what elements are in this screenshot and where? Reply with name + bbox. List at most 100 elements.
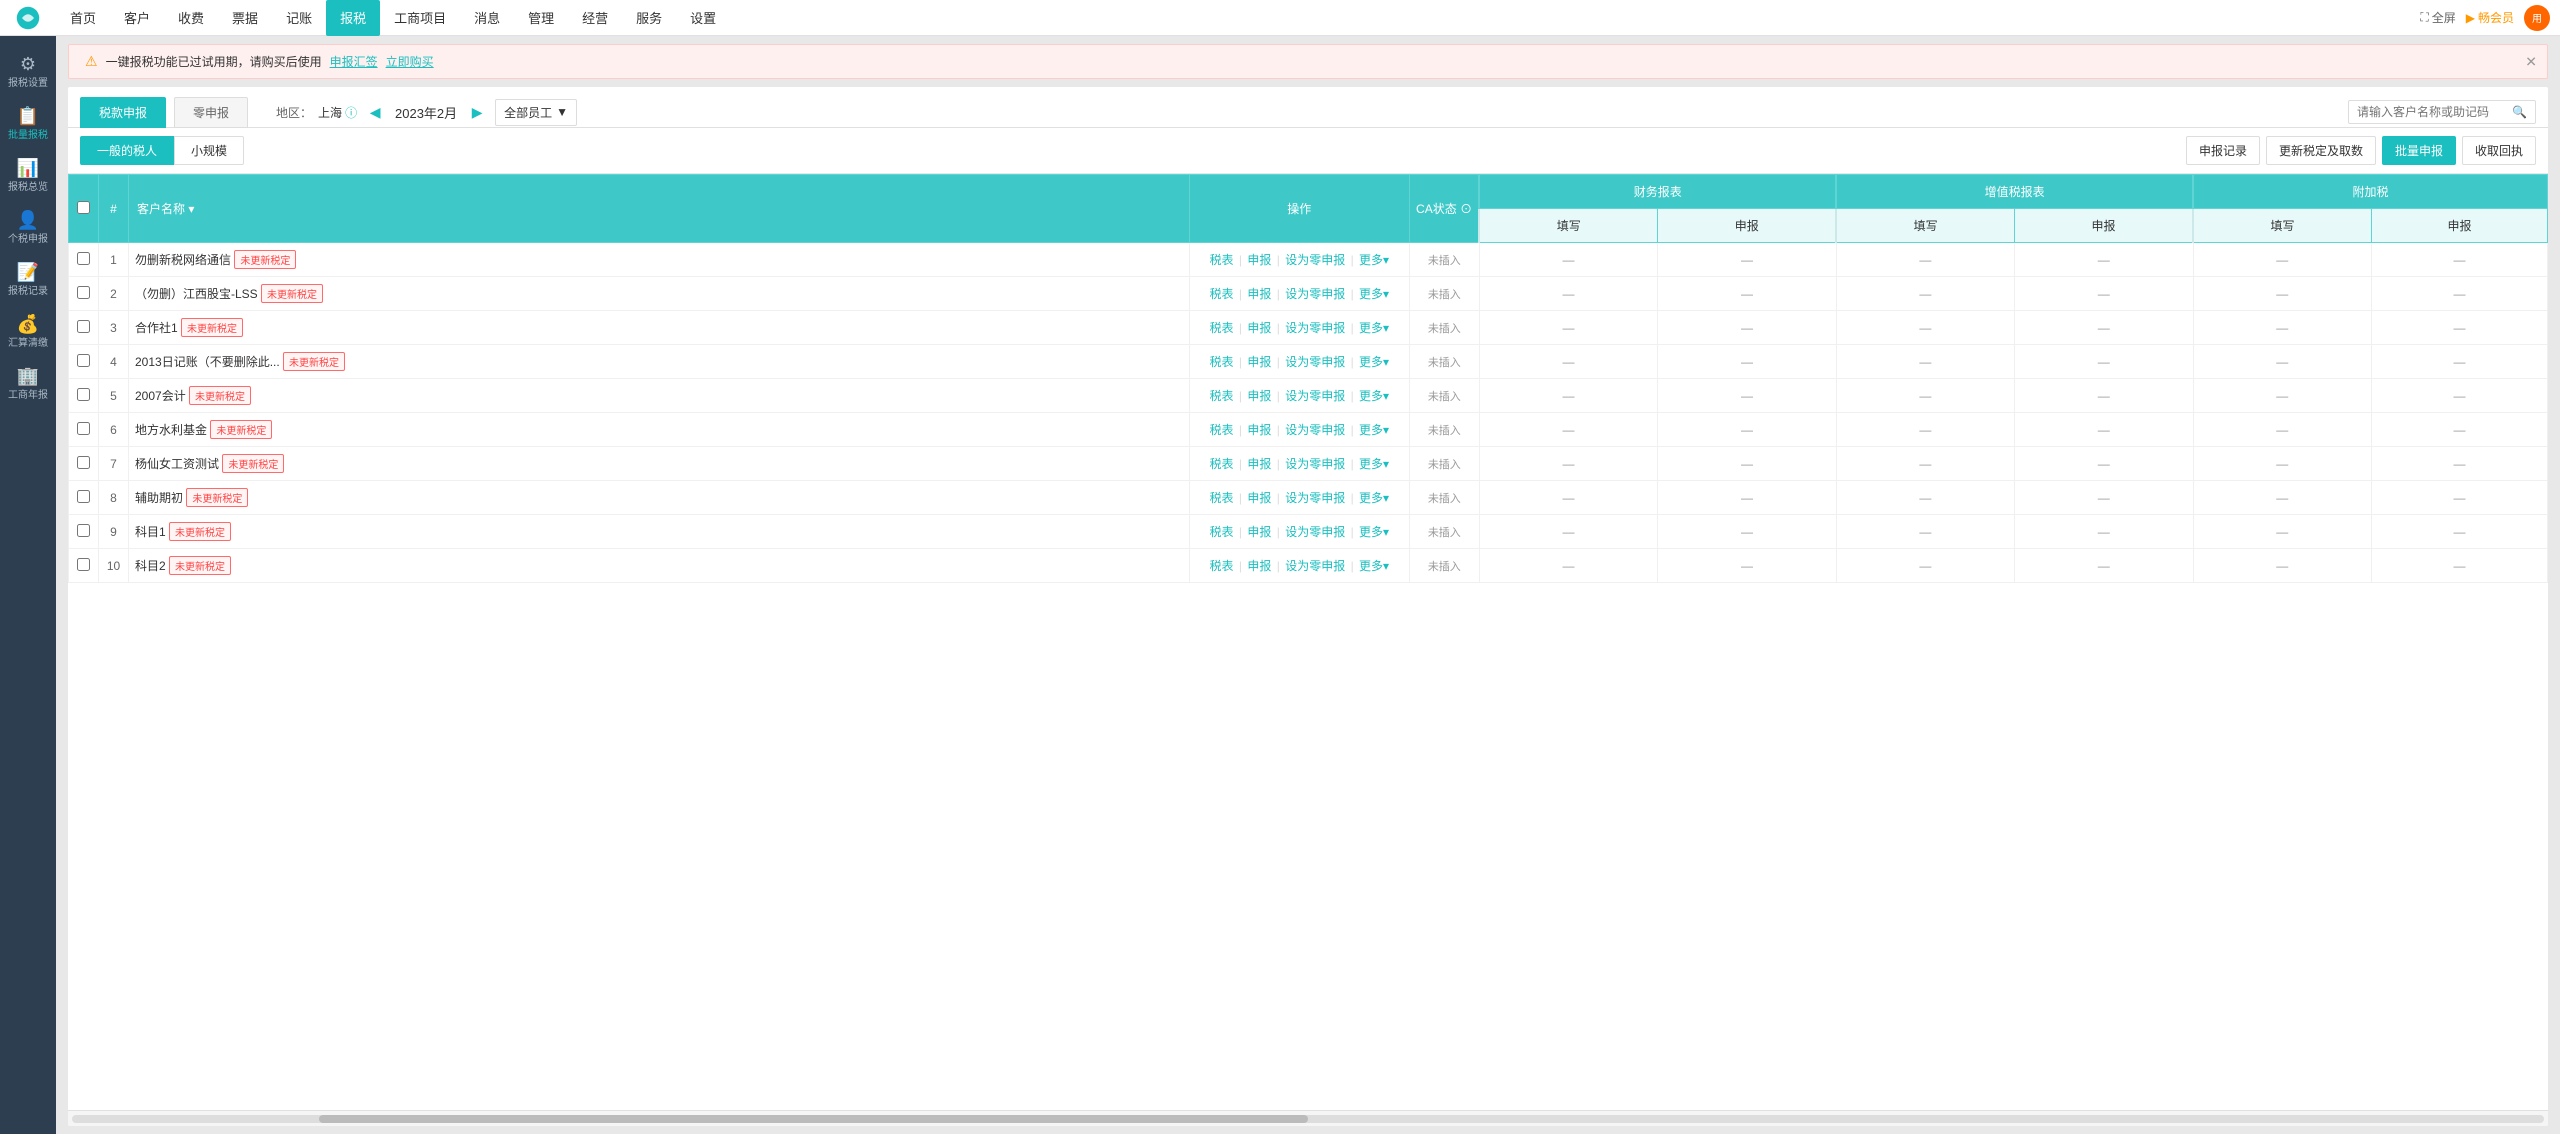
batch-report-button[interactable]: 批量申报 — [2382, 136, 2456, 165]
op-declare-10[interactable]: 申报 — [1247, 559, 1271, 573]
date-next-button[interactable]: ▶ — [467, 102, 487, 122]
tab-general-taxpayer[interactable]: 一般的税人 — [80, 136, 174, 165]
sidebar-item-batch-tax[interactable]: 📋 批量报税 — [0, 98, 56, 150]
row-checkbox-8[interactable] — [69, 481, 99, 515]
checkbox-6[interactable] — [77, 422, 90, 435]
checkbox-10[interactable] — [77, 558, 90, 571]
checkbox-2[interactable] — [77, 286, 90, 299]
op-zero-declare-2[interactable]: 设为零申报 — [1285, 287, 1345, 301]
select-all-checkbox[interactable] — [77, 201, 90, 214]
nav-invoice[interactable]: 票据 — [218, 0, 272, 36]
fullscreen-button[interactable]: ⛶ 全屏 — [2420, 9, 2455, 26]
op-tax-form-3[interactable]: 税表 — [1210, 321, 1234, 335]
op-zero-declare-9[interactable]: 设为零申报 — [1285, 525, 1345, 539]
op-zero-declare-4[interactable]: 设为零申报 — [1285, 355, 1345, 369]
op-tax-form-5[interactable]: 税表 — [1210, 389, 1234, 403]
op-more-1[interactable]: 更多▾ — [1359, 253, 1389, 267]
member-button[interactable]: ▶ 畅会员 — [2466, 9, 2514, 26]
op-declare-2[interactable]: 申报 — [1247, 287, 1271, 301]
op-tax-form-6[interactable]: 税表 — [1210, 423, 1234, 437]
row-checkbox-6[interactable] — [69, 413, 99, 447]
sidebar-item-tax-overview[interactable]: 📊 报税总览 — [0, 150, 56, 202]
op-declare-9[interactable]: 申报 — [1247, 525, 1271, 539]
op-declare-4[interactable]: 申报 — [1247, 355, 1271, 369]
nav-manage[interactable]: 管理 — [514, 0, 568, 36]
checkbox-1[interactable] — [77, 252, 90, 265]
row-checkbox-2[interactable] — [69, 277, 99, 311]
op-zero-declare-5[interactable]: 设为零申报 — [1285, 389, 1345, 403]
op-zero-declare-8[interactable]: 设为零申报 — [1285, 491, 1345, 505]
op-zero-declare-3[interactable]: 设为零申报 — [1285, 321, 1345, 335]
op-more-2[interactable]: 更多▾ — [1359, 287, 1389, 301]
op-more-7[interactable]: 更多▾ — [1359, 457, 1389, 471]
row-checkbox-5[interactable] — [69, 379, 99, 413]
row-checkbox-7[interactable] — [69, 447, 99, 481]
op-tax-form-10[interactable]: 税表 — [1210, 559, 1234, 573]
op-tax-form-2[interactable]: 税表 — [1210, 287, 1234, 301]
sidebar-item-personal-tax[interactable]: 👤 个税申报 — [0, 202, 56, 254]
update-tax-button[interactable]: 更新税定及取数 — [2266, 136, 2376, 165]
op-declare-6[interactable]: 申报 — [1247, 423, 1271, 437]
checkbox-7[interactable] — [77, 456, 90, 469]
row-checkbox-4[interactable] — [69, 345, 99, 379]
op-tax-form-9[interactable]: 税表 — [1210, 525, 1234, 539]
checkbox-9[interactable] — [77, 524, 90, 537]
checkbox-8[interactable] — [77, 490, 90, 503]
op-declare-3[interactable]: 申报 — [1247, 321, 1271, 335]
declaration-link[interactable]: 申报汇签 — [330, 53, 378, 70]
op-more-3[interactable]: 更多▾ — [1359, 321, 1389, 335]
collect-receipt-button[interactable]: 收取回执 — [2462, 136, 2536, 165]
nav-tax[interactable]: 报税 — [326, 0, 380, 36]
sidebar-item-annual-report[interactable]: 🏢 工商年报 — [0, 358, 56, 410]
sidebar-item-annual-settlement[interactable]: 💰 汇算清缴 — [0, 306, 56, 358]
region-info-icon[interactable]: ⓘ — [345, 104, 357, 121]
search-input[interactable] — [2357, 105, 2512, 119]
nav-business[interactable]: 工商项目 — [380, 0, 460, 36]
checkbox-5[interactable] — [77, 388, 90, 401]
checkbox-4[interactable] — [77, 354, 90, 367]
nav-service[interactable]: 服务 — [622, 0, 676, 36]
staff-select[interactable]: 全部员工 ▼ — [495, 99, 577, 126]
search-icon[interactable]: 🔍 — [2512, 105, 2527, 119]
nav-message[interactable]: 消息 — [460, 0, 514, 36]
horizontal-scrollbar[interactable] — [72, 1115, 2544, 1123]
row-checkbox-9[interactable] — [69, 515, 99, 549]
op-more-8[interactable]: 更多▾ — [1359, 491, 1389, 505]
nav-bookkeeping[interactable]: 记账 — [272, 0, 326, 36]
nav-fee[interactable]: 收费 — [164, 0, 218, 36]
nav-customer[interactable]: 客户 — [110, 0, 164, 36]
nav-settings[interactable]: 设置 — [676, 0, 730, 36]
purchase-link[interactable]: 立即购买 — [386, 53, 434, 70]
op-declare-8[interactable]: 申报 — [1247, 491, 1271, 505]
op-declare-1[interactable]: 申报 — [1247, 253, 1271, 267]
scrollbar-thumb[interactable] — [319, 1115, 1308, 1123]
sort-icon[interactable]: ▾ — [188, 202, 194, 216]
tab-tax-declaration[interactable]: 税款申报 — [80, 97, 166, 128]
row-checkbox-1[interactable] — [69, 243, 99, 277]
op-tax-form-1[interactable]: 税表 — [1210, 253, 1234, 267]
op-more-6[interactable]: 更多▾ — [1359, 423, 1389, 437]
op-zero-declare-10[interactable]: 设为零申报 — [1285, 559, 1345, 573]
op-zero-declare-1[interactable]: 设为零申报 — [1285, 253, 1345, 267]
op-more-9[interactable]: 更多▾ — [1359, 525, 1389, 539]
op-more-5[interactable]: 更多▾ — [1359, 389, 1389, 403]
nav-home[interactable]: 首页 — [56, 0, 110, 36]
op-zero-declare-7[interactable]: 设为零申报 — [1285, 457, 1345, 471]
checkbox-3[interactable] — [77, 320, 90, 333]
row-checkbox-3[interactable] — [69, 311, 99, 345]
op-declare-7[interactable]: 申报 — [1247, 457, 1271, 471]
report-record-button[interactable]: 申报记录 — [2186, 136, 2260, 165]
op-declare-5[interactable]: 申报 — [1247, 389, 1271, 403]
row-checkbox-10[interactable] — [69, 549, 99, 583]
op-tax-form-4[interactable]: 税表 — [1210, 355, 1234, 369]
op-zero-declare-6[interactable]: 设为零申报 — [1285, 423, 1345, 437]
notification-close[interactable]: ✕ — [2525, 53, 2537, 70]
op-tax-form-8[interactable]: 税表 — [1210, 491, 1234, 505]
tab-zero-declaration[interactable]: 零申报 — [174, 97, 248, 128]
tab-small-scale[interactable]: 小规模 — [174, 136, 244, 165]
sidebar-item-tax-settings[interactable]: ⚙ 报税设置 — [0, 46, 56, 98]
nav-operation[interactable]: 经营 — [568, 0, 622, 36]
op-more-10[interactable]: 更多▾ — [1359, 559, 1389, 573]
sidebar-item-tax-record[interactable]: 📝 报税记录 — [0, 254, 56, 306]
op-more-4[interactable]: 更多▾ — [1359, 355, 1389, 369]
